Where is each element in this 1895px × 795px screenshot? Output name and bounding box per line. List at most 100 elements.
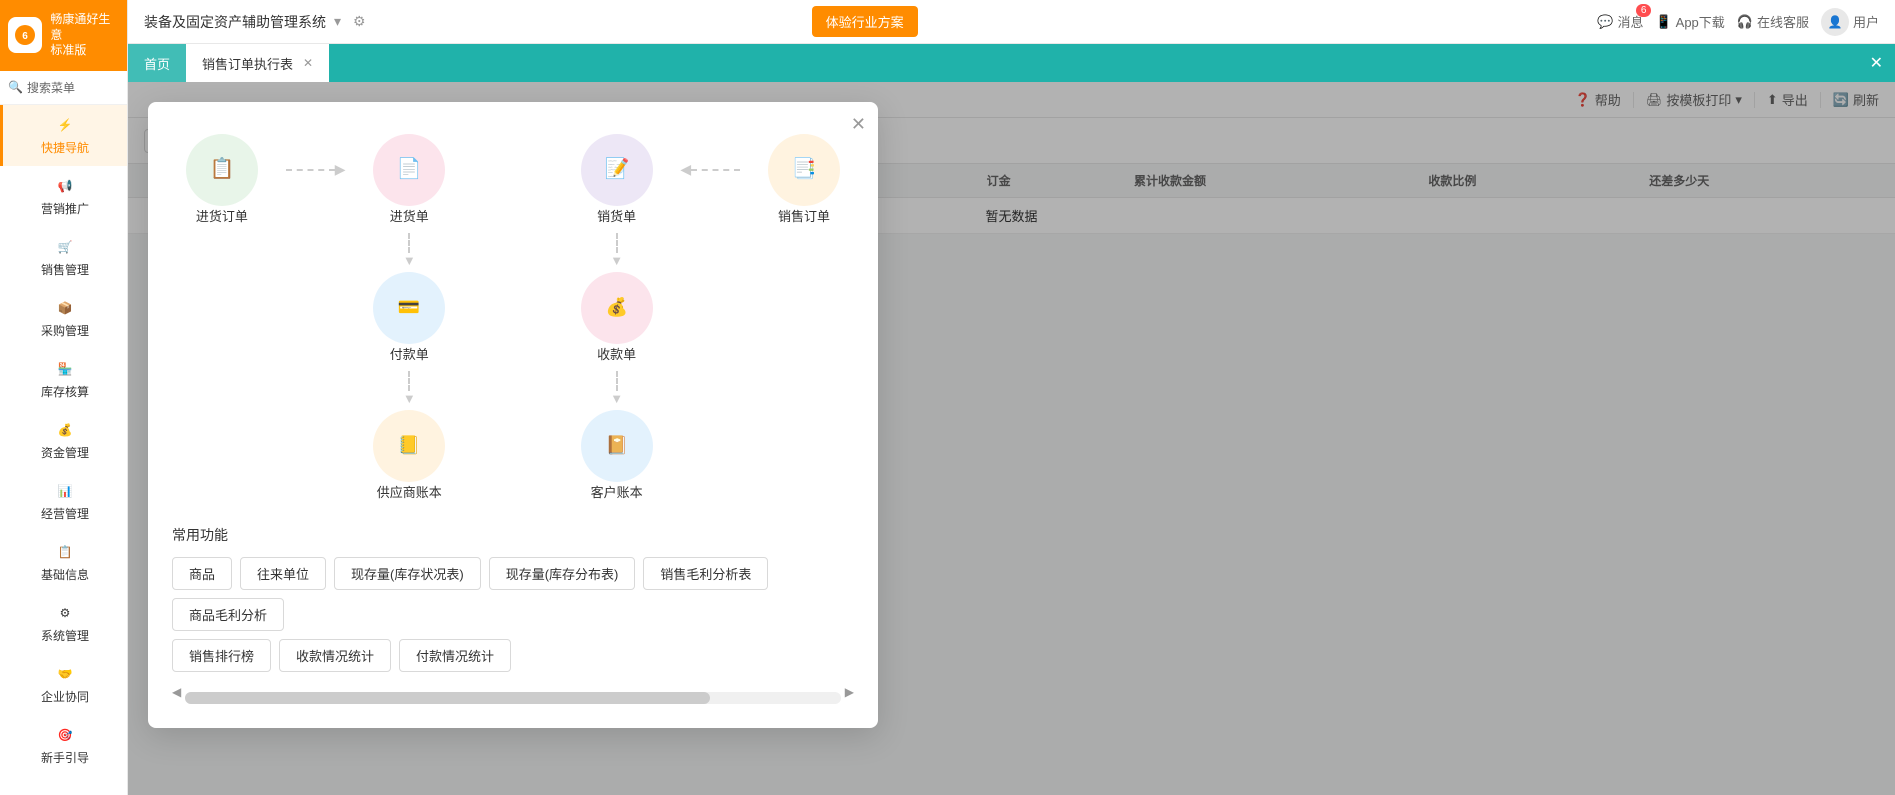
down-arrow-4: ▼ bbox=[373, 371, 445, 406]
sidebar-item-label: 基础信息 bbox=[41, 566, 89, 583]
supplier-account-circle[interactable]: 📒 bbox=[373, 410, 445, 482]
app-download-btn[interactable]: 📱 App下载 bbox=[1655, 12, 1724, 31]
modal-scrollbar[interactable] bbox=[185, 692, 841, 704]
online-service-btn[interactable]: 🎧 在线客服 bbox=[1737, 12, 1809, 31]
sidebar-item-label: 销售管理 bbox=[41, 261, 89, 278]
sidebar-item-quick-nav[interactable]: ⚡ 快捷导航 bbox=[0, 105, 127, 166]
receipt-bill-circle[interactable]: 💰 bbox=[581, 272, 653, 344]
tab-close-icon[interactable]: ✕ bbox=[303, 56, 313, 70]
func-btn-payment-stats[interactable]: 付款情况统计 bbox=[399, 639, 511, 672]
func-btn-stock-status[interactable]: 现存量(库存状况表) bbox=[334, 557, 481, 590]
experience-btn[interactable]: 体验行业方案 bbox=[812, 6, 918, 37]
sidebar-nav: ⚡ 快捷导航 📢 营销推广 🛒 销售管理 📦 采购管理 🏪 库存核算 💰 bbox=[0, 105, 127, 795]
basic-info-icon: 📋 bbox=[55, 542, 75, 562]
sidebar-item-sales[interactable]: 🛒 销售管理 bbox=[0, 227, 127, 288]
enterprise-icon: 🤝 bbox=[55, 664, 75, 684]
modal: ✕ 📋 bbox=[148, 102, 878, 728]
sidebar-item-newbie[interactable]: 🎯 新手引导 bbox=[0, 715, 127, 776]
arrow-right-1: ▶ bbox=[286, 161, 346, 178]
sidebar-item-marketing[interactable]: 📢 营销推广 bbox=[0, 166, 127, 227]
quick-nav-icon: ⚡ bbox=[55, 115, 75, 135]
marketing-icon: 📢 bbox=[55, 176, 75, 196]
sales-order-label: 销售订单 bbox=[778, 206, 830, 225]
tab-home[interactable]: 首页 bbox=[128, 44, 186, 82]
func-btn-sales-rank[interactable]: 销售排行榜 bbox=[172, 639, 271, 672]
sales-bill-circle[interactable]: 📝 bbox=[581, 134, 653, 206]
settings-icon[interactable]: ⚙ bbox=[353, 13, 366, 30]
sales-icon: 🛒 bbox=[55, 237, 75, 257]
topbar: 装备及固定资产辅助管理系统 ▾ ⚙ 体验行业方案 💬 消息 6 📱 App下载 … bbox=[128, 0, 1895, 44]
logo-icon: 6 bbox=[8, 17, 42, 53]
sidebar-item-label: 快捷导航 bbox=[41, 139, 89, 156]
scroll-left-icon[interactable]: ◀ bbox=[172, 685, 181, 699]
topbar-title: 装备及固定资产辅助管理系统 ▾ ⚙ bbox=[144, 12, 800, 32]
sidebar-logo: 6 畅康通好生意 标准版 bbox=[0, 0, 127, 71]
modal-close-btn[interactable]: ✕ bbox=[851, 114, 866, 135]
func-btn-stock-dist[interactable]: 现存量(库存分布表) bbox=[489, 557, 636, 590]
user-label: 用户 bbox=[1853, 12, 1879, 31]
sidebar-search[interactable]: 🔍 搜索菜单 bbox=[0, 71, 127, 105]
sidebar-item-system[interactable]: ⚙ 系统管理 bbox=[0, 593, 127, 654]
flow-item-sales-order: 📑 销售订单 bbox=[768, 134, 840, 225]
spacer-e bbox=[768, 233, 840, 268]
sales-bill-label: 销货单 bbox=[597, 206, 636, 225]
inventory-icon: 🏪 bbox=[55, 359, 75, 379]
sidebar-item-operation[interactable]: 📊 经营管理 bbox=[0, 471, 127, 532]
func-btn-receipt-stats[interactable]: 收款情况统计 bbox=[279, 639, 391, 672]
tab-home-label: 首页 bbox=[144, 54, 170, 73]
sidebar-item-inventory[interactable]: 🏪 库存核算 bbox=[0, 349, 127, 410]
tab-sales-order-label: 销售订单执行表 bbox=[202, 54, 293, 73]
sp3 bbox=[473, 371, 553, 406]
svg-text:📄: 📄 bbox=[397, 156, 422, 180]
user-btn[interactable]: 👤 用户 bbox=[1821, 8, 1879, 36]
sidebar-item-label: 新手引导 bbox=[41, 749, 89, 766]
purchase-order-circle[interactable]: 📋 bbox=[186, 134, 258, 206]
flow-item-payment-bill: 💳 付款单 bbox=[373, 272, 445, 363]
purchase-icon: 📦 bbox=[55, 298, 75, 318]
func-btn-product-margin[interactable]: 商品毛利分析 bbox=[172, 598, 284, 631]
down-arrows-row2: ▼ ▼ bbox=[172, 371, 854, 406]
message-icon: 💬 bbox=[1597, 14, 1613, 30]
flow-item-sales-bill: 📝 销货单 bbox=[581, 134, 653, 225]
modal-overlay: ✕ 📋 bbox=[128, 82, 1895, 795]
purchase-bill-circle[interactable]: 📄 bbox=[373, 134, 445, 206]
message-btn[interactable]: 💬 消息 6 bbox=[1597, 12, 1643, 31]
payment-bill-label: 付款单 bbox=[390, 344, 429, 363]
down-arrow-2: ▼ bbox=[373, 233, 445, 268]
chevron-down-icon[interactable]: ▾ bbox=[334, 13, 341, 30]
arrow-left-1: ◀ bbox=[680, 161, 740, 178]
svg-text:📝: 📝 bbox=[604, 156, 629, 180]
sp5 bbox=[768, 371, 840, 406]
func-buttons-row2: 销售排行榜 收款情况统计 付款情况统计 bbox=[172, 639, 854, 672]
customer-account-circle[interactable]: 📔 bbox=[581, 410, 653, 482]
scroll-right-icon[interactable]: ▶ bbox=[845, 685, 854, 699]
finance-icon: 💰 bbox=[55, 420, 75, 440]
flow-diagram: 📋 进货订单 ▶ bbox=[172, 126, 854, 517]
logo-text: 畅康通好生意 标准版 bbox=[50, 12, 119, 59]
sidebar-item-basic-info[interactable]: 📋 基础信息 bbox=[0, 532, 127, 593]
flow-item-purchase-order: 📋 进货订单 bbox=[186, 134, 258, 225]
supplier-account-label: 供应商账本 bbox=[377, 482, 442, 501]
sidebar-item-label: 企业协同 bbox=[41, 688, 89, 705]
func-btn-sales-margin[interactable]: 销售毛利分析表 bbox=[643, 557, 768, 590]
flow-item-supplier-account: 📒 供应商账本 bbox=[373, 410, 445, 501]
svg-text:💳: 💳 bbox=[398, 297, 420, 317]
down-arrows-row: ▼ ▼ bbox=[172, 233, 854, 268]
sidebar-item-enterprise[interactable]: 🤝 企业协同 bbox=[0, 654, 127, 715]
func-btn-product[interactable]: 商品 bbox=[172, 557, 232, 590]
sales-order-circle[interactable]: 📑 bbox=[768, 134, 840, 206]
sidebar-item-purchase[interactable]: 📦 采购管理 bbox=[0, 288, 127, 349]
svg-text:📒: 📒 bbox=[398, 435, 420, 455]
newbie-icon: 🎯 bbox=[55, 725, 75, 745]
svg-text:📔: 📔 bbox=[605, 435, 627, 455]
payment-bill-circle[interactable]: 💳 bbox=[373, 272, 445, 344]
sidebar-item-finance[interactable]: 💰 资金管理 bbox=[0, 410, 127, 471]
func-btn-partner[interactable]: 往来单位 bbox=[240, 557, 326, 590]
customer-account-label: 客户账本 bbox=[591, 482, 643, 501]
down-arrow-5: ▼ bbox=[581, 371, 653, 406]
common-functions: 常用功能 商品 往来单位 现存量(库存状况表) 现存量(库存分布表) 销售毛利分… bbox=[172, 525, 854, 672]
tab-sales-order-exec[interactable]: 销售订单执行表 ✕ bbox=[186, 44, 329, 82]
row3: 💳 付款单 💰 bbox=[172, 272, 854, 363]
modal-scrollbar-row: ◀ ▶ bbox=[172, 680, 854, 704]
tabbar-close-icon[interactable]: ✕ bbox=[1870, 53, 1883, 73]
